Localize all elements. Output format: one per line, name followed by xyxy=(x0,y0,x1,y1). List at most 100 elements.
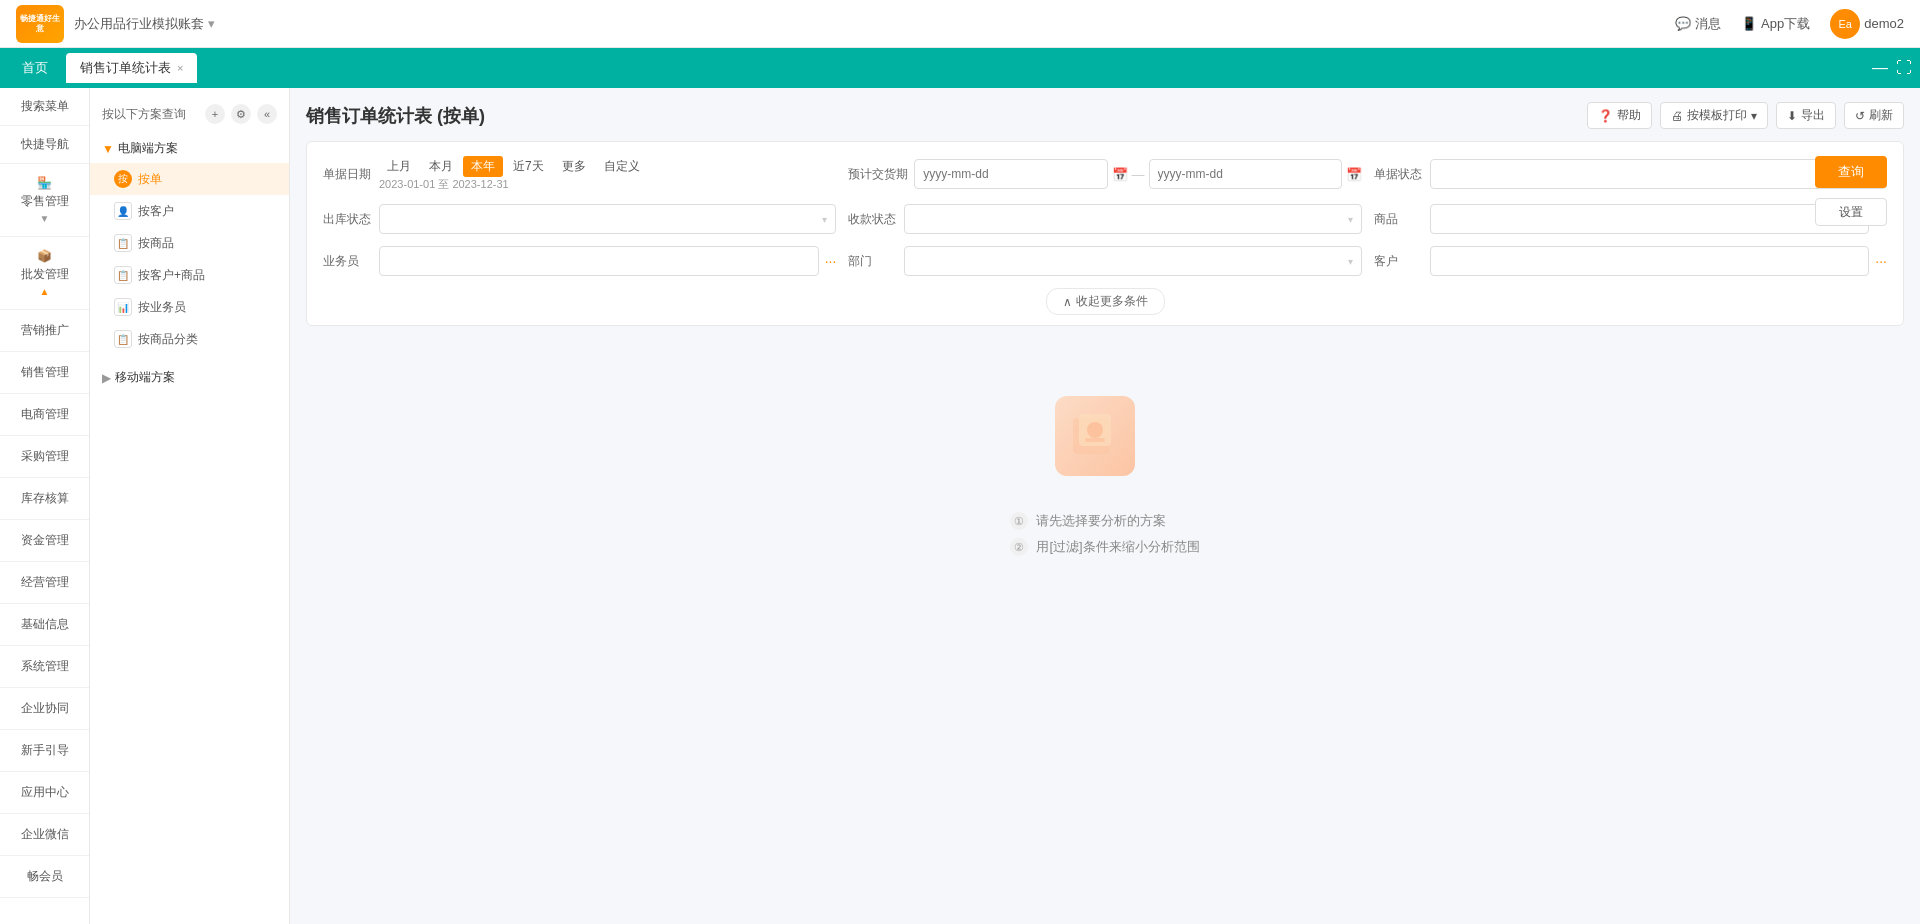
mobile-solution-title[interactable]: ▶ 移动端方案 xyxy=(90,363,289,392)
left-panel: 按以下方案查询 + ⚙ « ▼ 电脑端方案 按 按单 xyxy=(90,88,290,924)
right-panel: 销售订单统计表 (按单) ❓ 帮助 🖨 按模板打印 ▾ xyxy=(290,88,1920,924)
salesperson-more-icon[interactable]: ··· xyxy=(825,253,837,269)
expected-delivery-start-input[interactable] xyxy=(914,159,1107,189)
avatar: Ea xyxy=(1830,9,1860,39)
query-btn[interactable]: 查询 xyxy=(1815,156,1887,188)
scheme-settings-icon[interactable]: ⚙ xyxy=(231,104,251,124)
tip-num-2: ② xyxy=(1010,538,1028,556)
app-download-icon: 📱 xyxy=(1741,16,1757,31)
maximize-icon[interactable]: ⛶ xyxy=(1896,59,1912,77)
scheme-collapse-icon[interactable]: « xyxy=(257,104,277,124)
sidebar-nav-shortcut[interactable]: 快捷导航 xyxy=(0,126,89,164)
export-btn[interactable]: ⬇ 导出 xyxy=(1776,102,1836,129)
solution-item-by-customer-product[interactable]: 📋 按客户+商品 xyxy=(90,259,289,291)
sidebar-item-retail[interactable]: 🏪 零售管理 ▼ xyxy=(0,164,89,237)
desktop-solution-group: ▼ 电脑端方案 按 按单 👤 按客户 📋 按商品 xyxy=(90,130,289,359)
shipping-status-cell: 出库状态 ▾ xyxy=(323,204,836,234)
calendar-icon-2: 📅 xyxy=(1346,167,1362,182)
sidebar: 搜索菜单 快捷导航 🏪 零售管理 ▼ 📦 批发管理 ▲ 营销推广 销售管理 电商… xyxy=(0,88,90,924)
date-btn-this-month[interactable]: 本月 xyxy=(421,156,461,177)
sidebar-item-wholesale[interactable]: 📦 批发管理 ▲ xyxy=(0,237,89,310)
date-btn-more[interactable]: 更多 xyxy=(554,156,594,177)
print-btn[interactable]: 🖨 按模板打印 ▾ xyxy=(1660,102,1768,129)
tab-close-icon[interactable]: × xyxy=(177,62,183,74)
sidebar-item-ecommerce[interactable]: 电商管理 xyxy=(0,394,89,436)
date-separator: — xyxy=(1132,167,1145,182)
app-download-btn[interactable]: 📱 App下载 xyxy=(1741,15,1810,33)
tip-num-1: ① xyxy=(1010,512,1028,530)
page-header: 销售订单统计表 (按单) ❓ 帮助 🖨 按模板打印 ▾ xyxy=(306,102,1904,129)
empty-illustration xyxy=(1055,396,1135,476)
mobile-solution-group: ▶ 移动端方案 xyxy=(90,359,289,396)
sidebar-item-system[interactable]: 系统管理 xyxy=(0,646,89,688)
status-label: 单据状态 xyxy=(1374,166,1424,183)
collapse-btn[interactable]: ∧ 收起更多条件 xyxy=(1046,288,1165,315)
sidebar-item-inventory[interactable]: 库存核算 xyxy=(0,478,89,520)
sidebar-item-marketing[interactable]: 营销推广 xyxy=(0,310,89,352)
sidebar-item-newbie[interactable]: 新手引导 xyxy=(0,730,89,772)
solution-item-by-order[interactable]: 按 按单 xyxy=(90,163,289,195)
solution-item-by-customer[interactable]: 👤 按客户 xyxy=(90,195,289,227)
empty-state: ① 请先选择要分析的方案 ② 用[过滤]条件来缩小分析范围 xyxy=(306,336,1904,616)
filter-row-2: 出库状态 ▾ 收款状态 ▾ xyxy=(323,204,1887,234)
product-input[interactable] xyxy=(1430,204,1870,234)
date-range-display: 2023-01-01 至 2023-12-31 xyxy=(379,177,836,192)
topbar-left: 畅捷通好生意 办公用品行业模拟账套 ▾ xyxy=(16,5,215,43)
desktop-expand-icon: ▼ xyxy=(102,142,114,156)
date-btn-this-year[interactable]: 本年 xyxy=(463,156,503,177)
tab-sales-stats[interactable]: 销售订单统计表 × xyxy=(66,53,197,83)
retail-dropdown-icon: ▼ xyxy=(40,213,50,224)
date-btn-last-month[interactable]: 上月 xyxy=(379,156,419,177)
date-btn-7days[interactable]: 近7天 xyxy=(505,156,552,177)
sidebar-item-wechat[interactable]: 企业微信 xyxy=(0,814,89,856)
expected-delivery-end-input[interactable] xyxy=(1149,159,1342,189)
date-label: 单据日期 xyxy=(323,166,373,183)
sidebar-item-enterprise[interactable]: 企业协同 xyxy=(0,688,89,730)
message-btn[interactable]: 💬 消息 xyxy=(1675,15,1721,33)
solution-item-by-salesperson[interactable]: 📊 按业务员 xyxy=(90,291,289,323)
content-area: 按以下方案查询 + ⚙ « ▼ 电脑端方案 按 按单 xyxy=(90,88,1920,924)
tabbar-window-controls: — ⛶ xyxy=(1872,59,1912,77)
workspace-title[interactable]: 办公用品行业模拟账套 ▾ xyxy=(74,15,215,33)
sidebar-item-operations[interactable]: 经营管理 xyxy=(0,562,89,604)
sidebar-item-app-center[interactable]: 应用中心 xyxy=(0,772,89,814)
help-btn[interactable]: ❓ 帮助 xyxy=(1587,102,1652,129)
tab-home[interactable]: 首页 xyxy=(8,53,62,83)
workspace-dropdown-icon[interactable]: ▾ xyxy=(208,16,215,31)
svg-rect-3 xyxy=(1085,438,1105,442)
add-scheme-icon[interactable]: + xyxy=(205,104,225,124)
sidebar-item-finance[interactable]: 资金管理 xyxy=(0,520,89,562)
sidebar-item-purchase[interactable]: 采购管理 xyxy=(0,436,89,478)
refresh-btn[interactable]: ↺ 刷新 xyxy=(1844,102,1904,129)
minimize-icon[interactable]: — xyxy=(1872,59,1888,77)
settings-btn[interactable]: 设置 xyxy=(1815,198,1887,226)
topbar-right: 💬 消息 📱 App下载 Ea demo2 xyxy=(1675,9,1904,39)
sidebar-item-basic[interactable]: 基础信息 xyxy=(0,604,89,646)
customer-more-icon[interactable]: ··· xyxy=(1875,253,1887,269)
by-category-icon: 📋 xyxy=(114,330,132,348)
solution-item-by-product[interactable]: 📋 按商品 xyxy=(90,227,289,259)
logo: 畅捷通好生意 xyxy=(16,5,64,43)
department-select[interactable]: ▾ xyxy=(904,246,1361,276)
page-content: 按以下方案查询 + ⚙ « ▼ 电脑端方案 按 按单 xyxy=(90,88,1920,924)
department-dropdown-icon: ▾ xyxy=(1348,256,1353,267)
sidebar-item-member[interactable]: 畅会员 xyxy=(0,856,89,898)
payment-status-select[interactable]: ▾ xyxy=(904,204,1361,234)
date-btn-custom[interactable]: 自定义 xyxy=(596,156,648,177)
solution-item-by-category[interactable]: 📋 按商品分类 xyxy=(90,323,289,355)
user-avatar-area[interactable]: Ea demo2 xyxy=(1830,9,1904,39)
desktop-solution-title[interactable]: ▼ 电脑端方案 xyxy=(90,134,289,163)
salesperson-input[interactable] xyxy=(379,246,819,276)
department-label: 部门 xyxy=(848,253,898,270)
shipping-status-select[interactable]: ▾ xyxy=(379,204,836,234)
salesperson-label: 业务员 xyxy=(323,253,373,270)
sidebar-item-sales[interactable]: 销售管理 xyxy=(0,352,89,394)
sidebar-search-area[interactable]: 搜索菜单 xyxy=(0,88,89,126)
empty-tip-1: ① 请先选择要分析的方案 xyxy=(1010,512,1199,530)
expected-delivery-label: 预计交货期 xyxy=(848,166,908,183)
by-customer-icon: 👤 xyxy=(114,202,132,220)
svg-point-2 xyxy=(1087,422,1103,438)
shipping-dropdown-icon: ▾ xyxy=(822,214,827,225)
customer-input[interactable] xyxy=(1430,246,1870,276)
wholesale-dropdown-icon: ▲ xyxy=(40,286,50,297)
